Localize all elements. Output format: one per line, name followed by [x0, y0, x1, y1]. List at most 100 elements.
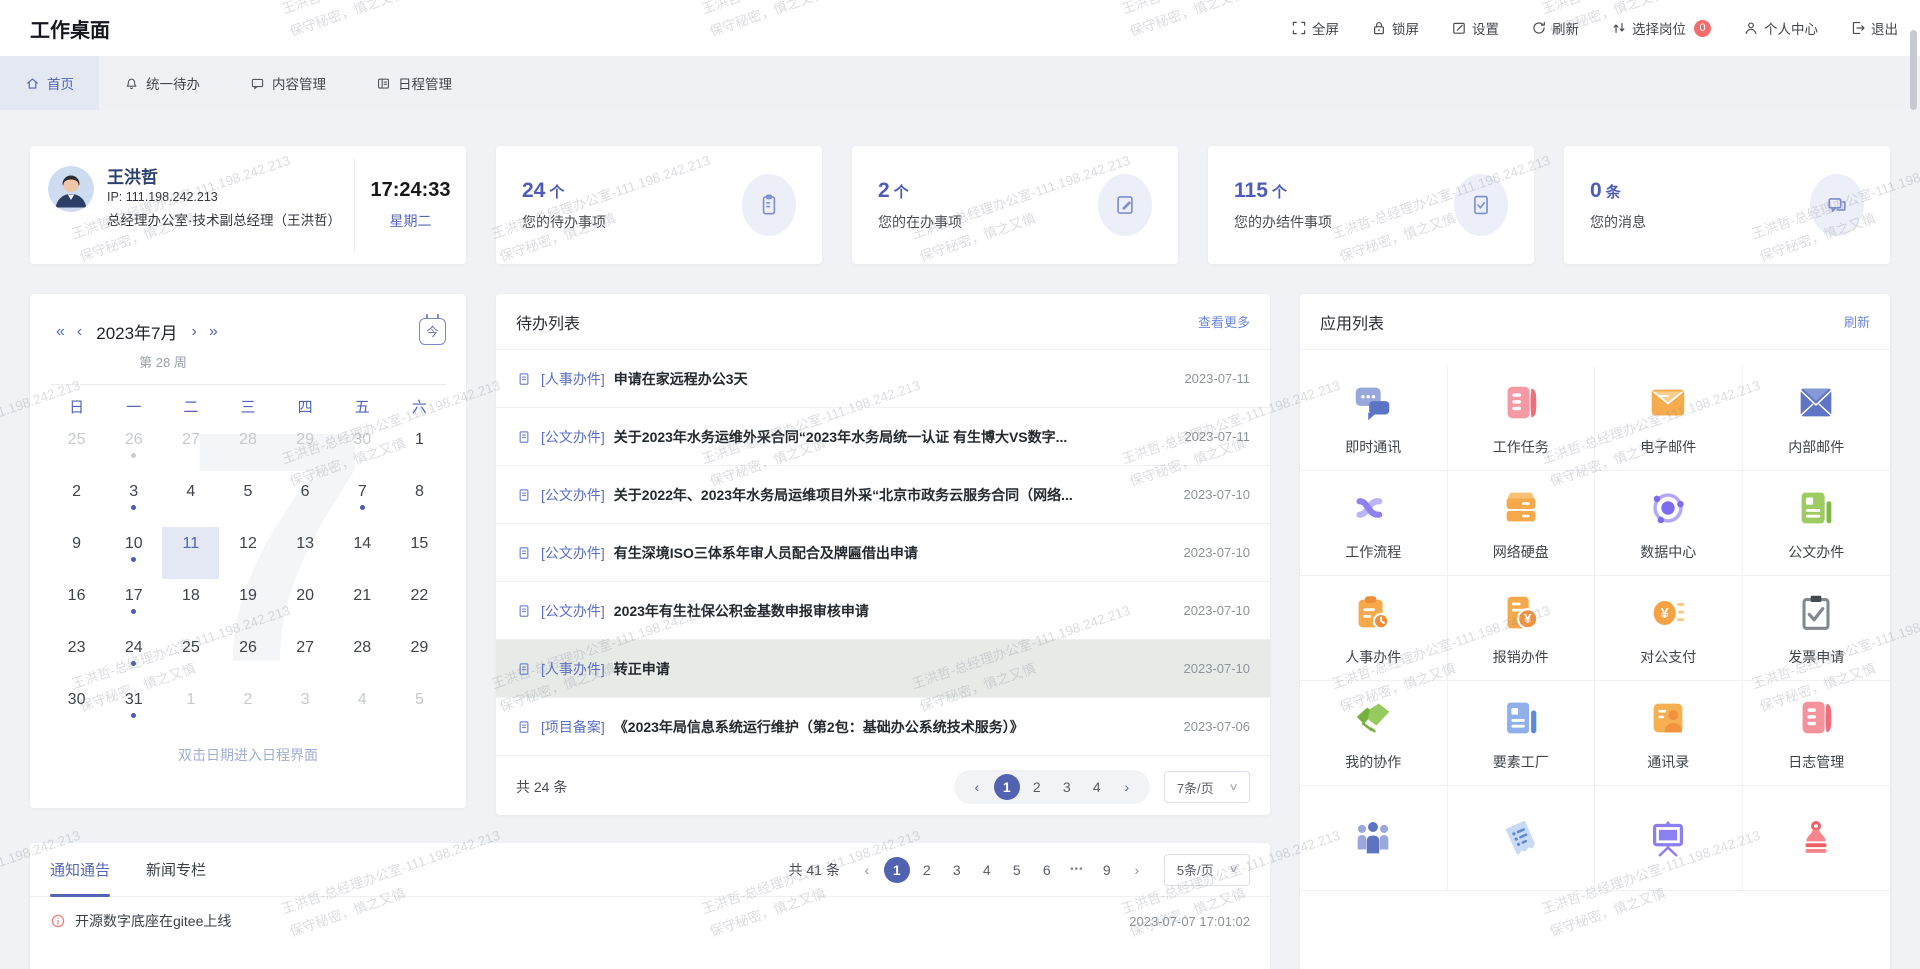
- todo-view-more-link[interactable]: 查看更多: [1198, 312, 1250, 331]
- calendar-day[interactable]: 30: [334, 423, 391, 475]
- app-电子邮件[interactable]: 电子邮件: [1595, 366, 1743, 471]
- header-action-refresh[interactable]: 刷新: [1531, 18, 1579, 38]
- app-人事办件[interactable]: 人事办件: [1300, 576, 1448, 681]
- pager-page-2[interactable]: 2: [914, 857, 940, 883]
- app-数据中心[interactable]: 数据中心: [1595, 471, 1743, 576]
- app-extra[interactable]: [1743, 786, 1891, 891]
- calendar-day[interactable]: 30: [48, 683, 105, 735]
- calendar-day[interactable]: 9: [48, 527, 105, 579]
- calendar-day[interactable]: 4: [334, 683, 391, 735]
- calendar-today-icon[interactable]: 今: [419, 318, 446, 345]
- pager-page-9[interactable]: 9: [1094, 857, 1120, 883]
- stat-card-2[interactable]: 115个 您的办结件事项: [1208, 146, 1534, 264]
- calendar-day[interactable]: 1: [162, 683, 219, 735]
- calendar-next-month-button[interactable]: ›: [186, 323, 203, 341]
- header-action-settings[interactable]: 设置: [1451, 18, 1499, 38]
- calendar-day[interactable]: 8: [391, 475, 448, 527]
- calendar-day[interactable]: 28: [219, 423, 276, 475]
- tab-schedule-mgmt[interactable]: 日程管理: [351, 56, 477, 110]
- calendar-day[interactable]: 7: [334, 475, 391, 527]
- calendar-day[interactable]: 27: [277, 631, 334, 683]
- app-要素工厂[interactable]: 要素工厂: [1448, 681, 1596, 786]
- todo-item[interactable]: [公文办件] 有生深境ISO三体系年审人员配合及牌匾借出申请 2023-07-1…: [496, 524, 1270, 582]
- stat-card-3[interactable]: 0条 您的消息: [1564, 146, 1890, 264]
- pager-next-button[interactable]: ›: [1114, 774, 1140, 800]
- calendar-day[interactable]: 18: [162, 579, 219, 631]
- calendar-day[interactable]: 16: [48, 579, 105, 631]
- calendar-prev-month-button[interactable]: ‹: [71, 323, 88, 341]
- calendar-day[interactable]: 29: [391, 631, 448, 683]
- tab-unified-todo[interactable]: 统一待办: [99, 56, 225, 110]
- header-action-logout[interactable]: 退出: [1850, 18, 1898, 38]
- avatar[interactable]: [48, 166, 94, 212]
- app-公文办件[interactable]: 公文办件: [1743, 471, 1891, 576]
- calendar-day[interactable]: 3: [105, 475, 162, 527]
- pager-page-6[interactable]: 6: [1034, 857, 1060, 883]
- notice-page-size-select[interactable]: 5条/页 ∨: [1164, 854, 1250, 886]
- calendar-day[interactable]: 6: [277, 475, 334, 527]
- calendar-prev-year-button[interactable]: «: [50, 323, 71, 341]
- calendar-day[interactable]: 24: [105, 631, 162, 683]
- pager-ellipsis[interactable]: •••: [1064, 857, 1090, 883]
- calendar-day[interactable]: 5: [219, 475, 276, 527]
- stat-card-0[interactable]: 24个 您的待办事项: [496, 146, 822, 264]
- todo-item[interactable]: [公文办件] 关于2022年、2023年水务局运维项目外采“北京市政务云服务合同…: [496, 466, 1270, 524]
- calendar-day[interactable]: 15: [391, 527, 448, 579]
- app-extra[interactable]: [1300, 786, 1448, 891]
- calendar-day[interactable]: 3: [277, 683, 334, 735]
- stat-card-1[interactable]: 2个 您的在办事项: [852, 146, 1178, 264]
- calendar-day[interactable]: 13: [277, 527, 334, 579]
- app-extra[interactable]: [1448, 786, 1596, 891]
- todo-item[interactable]: [人事办件] 转正申请 2023-07-10: [496, 640, 1270, 698]
- notice-item[interactable]: 开源数字底座在gitee上线 2023-07-07 17:01:02: [30, 897, 1270, 945]
- calendar-day[interactable]: 11: [162, 527, 219, 579]
- tab-notice[interactable]: 通知通告: [50, 843, 110, 897]
- calendar-day[interactable]: 20: [277, 579, 334, 631]
- calendar-day[interactable]: 27: [162, 423, 219, 475]
- app-对公支付[interactable]: ¥ 对公支付: [1595, 576, 1743, 681]
- header-action-fullscreen[interactable]: 全屏: [1291, 18, 1339, 38]
- pager-prev-button[interactable]: ‹: [964, 774, 990, 800]
- app-通讯录[interactable]: 通讯录: [1595, 681, 1743, 786]
- calendar-day[interactable]: 2: [48, 475, 105, 527]
- calendar-day[interactable]: 2: [219, 683, 276, 735]
- pager-page-4[interactable]: 4: [974, 857, 1000, 883]
- app-extra[interactable]: [1595, 786, 1743, 891]
- calendar-day[interactable]: 14: [334, 527, 391, 579]
- pager-page-3[interactable]: 3: [944, 857, 970, 883]
- app-我的协作[interactable]: 我的协作: [1300, 681, 1448, 786]
- pager-page-4[interactable]: 4: [1084, 774, 1110, 800]
- calendar-day[interactable]: 25: [162, 631, 219, 683]
- calendar-day[interactable]: 17: [105, 579, 162, 631]
- app-日志管理[interactable]: 日志管理: [1743, 681, 1891, 786]
- tab-home[interactable]: 首页: [0, 56, 99, 110]
- pager-page-5[interactable]: 5: [1004, 857, 1030, 883]
- pager-page-2[interactable]: 2: [1024, 774, 1050, 800]
- calendar-day[interactable]: 4: [162, 475, 219, 527]
- header-action-lock-screen[interactable]: 锁屏: [1371, 18, 1419, 38]
- app-发票申请[interactable]: 发票申请: [1743, 576, 1891, 681]
- calendar-day[interactable]: 29: [277, 423, 334, 475]
- app-即时通讯[interactable]: 即时通讯: [1300, 366, 1448, 471]
- todo-page-size-select[interactable]: 7条/页 ∨: [1164, 771, 1250, 803]
- pager-page-3[interactable]: 3: [1054, 774, 1080, 800]
- pager-next-button[interactable]: ›: [1124, 857, 1150, 883]
- app-工作流程[interactable]: 工作流程: [1300, 471, 1448, 576]
- calendar-day[interactable]: 1: [391, 423, 448, 475]
- app-网络硬盘[interactable]: 网络硬盘: [1448, 471, 1596, 576]
- todo-item[interactable]: [项目备案] 《2023年局信息系统运行维护（第2包：基础办公系统技术服务）》 …: [496, 698, 1270, 756]
- pager-page-1[interactable]: 1: [994, 774, 1020, 800]
- calendar-day[interactable]: 5: [391, 683, 448, 735]
- app-内部邮件[interactable]: 内部邮件: [1743, 366, 1891, 471]
- calendar-day[interactable]: 19: [219, 579, 276, 631]
- tab-news[interactable]: 新闻专栏: [146, 843, 206, 897]
- scrollbar-thumb[interactable]: [1910, 30, 1917, 110]
- todo-item[interactable]: [人事办件] 申请在家远程办公3天 2023-07-11: [496, 350, 1270, 408]
- calendar-day[interactable]: 23: [48, 631, 105, 683]
- calendar-day[interactable]: 21: [334, 579, 391, 631]
- calendar-day[interactable]: 28: [334, 631, 391, 683]
- header-action-profile[interactable]: 个人中心: [1743, 18, 1818, 38]
- calendar-day[interactable]: 26: [105, 423, 162, 475]
- calendar-day[interactable]: 31: [105, 683, 162, 735]
- todo-item[interactable]: [公文办件] 关于2023年水务运维外采合同“2023年水务局统一认证 有生博大…: [496, 408, 1270, 466]
